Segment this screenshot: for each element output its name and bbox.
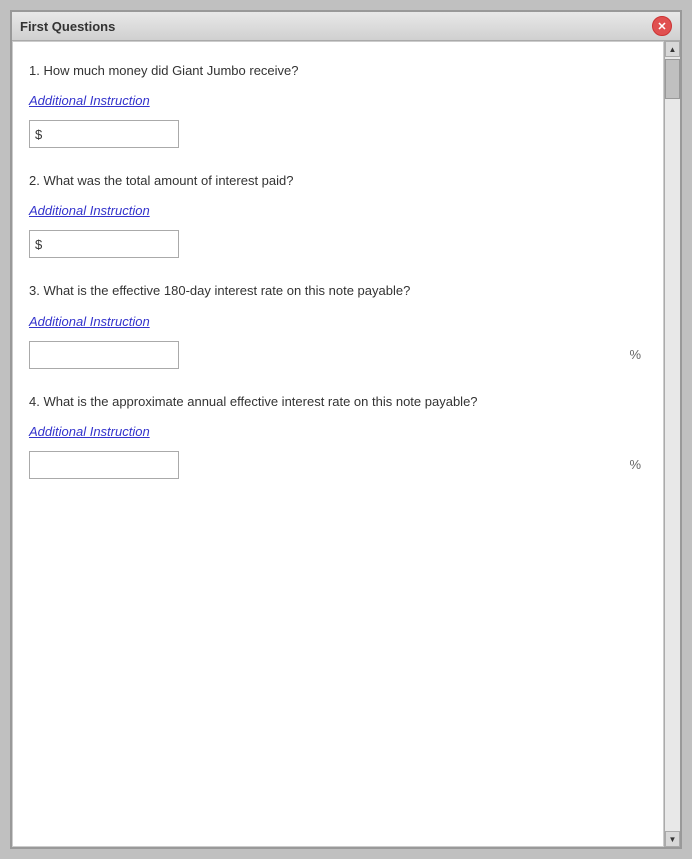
percent-suffix-3: %	[629, 347, 641, 362]
question-block-4: 4. What is the approximate annual effect…	[29, 393, 647, 479]
answer-input-4[interactable]	[29, 451, 179, 479]
question-block-3: 3. What is the effective 180-day interes…	[29, 282, 647, 368]
question-text-1: 1. How much money did Giant Jumbo receiv…	[29, 62, 647, 80]
input-wrapper-3: %	[29, 341, 647, 369]
window-title: First Questions	[20, 19, 115, 34]
additional-instruction-link-4[interactable]: Additional Instruction	[29, 424, 150, 439]
scrollbar: ▲ ▼	[664, 41, 680, 847]
question-text-2: 2. What was the total amount of interest…	[29, 172, 647, 190]
question-text-4: 4. What is the approximate annual effect…	[29, 393, 647, 411]
answer-input-1[interactable]	[29, 120, 179, 148]
input-wrapper-1: $	[29, 120, 647, 148]
scrollbar-down-arrow[interactable]: ▼	[665, 831, 680, 847]
close-button[interactable]: ✕	[652, 16, 672, 36]
title-bar: First Questions ✕	[12, 12, 680, 41]
question-block-2: 2. What was the total amount of interest…	[29, 172, 647, 258]
question-text-3: 3. What is the effective 180-day interes…	[29, 282, 647, 300]
input-wrapper-4: %	[29, 451, 647, 479]
answer-input-2[interactable]	[29, 230, 179, 258]
additional-instruction-link-2[interactable]: Additional Instruction	[29, 203, 150, 218]
question-block-1: 1. How much money did Giant Jumbo receiv…	[29, 62, 647, 148]
additional-instruction-link-3[interactable]: Additional Instruction	[29, 314, 150, 329]
content-area: 1. How much money did Giant Jumbo receiv…	[12, 41, 664, 847]
additional-instruction-link-1[interactable]: Additional Instruction	[29, 93, 150, 108]
answer-input-3[interactable]	[29, 341, 179, 369]
scrollbar-up-arrow[interactable]: ▲	[665, 41, 680, 57]
window-body: 1. How much money did Giant Jumbo receiv…	[12, 41, 680, 847]
input-wrapper-2: $	[29, 230, 647, 258]
percent-suffix-4: %	[629, 457, 641, 472]
scrollbar-thumb[interactable]	[665, 59, 680, 99]
main-window: First Questions ✕ 1. How much money did …	[10, 10, 682, 849]
